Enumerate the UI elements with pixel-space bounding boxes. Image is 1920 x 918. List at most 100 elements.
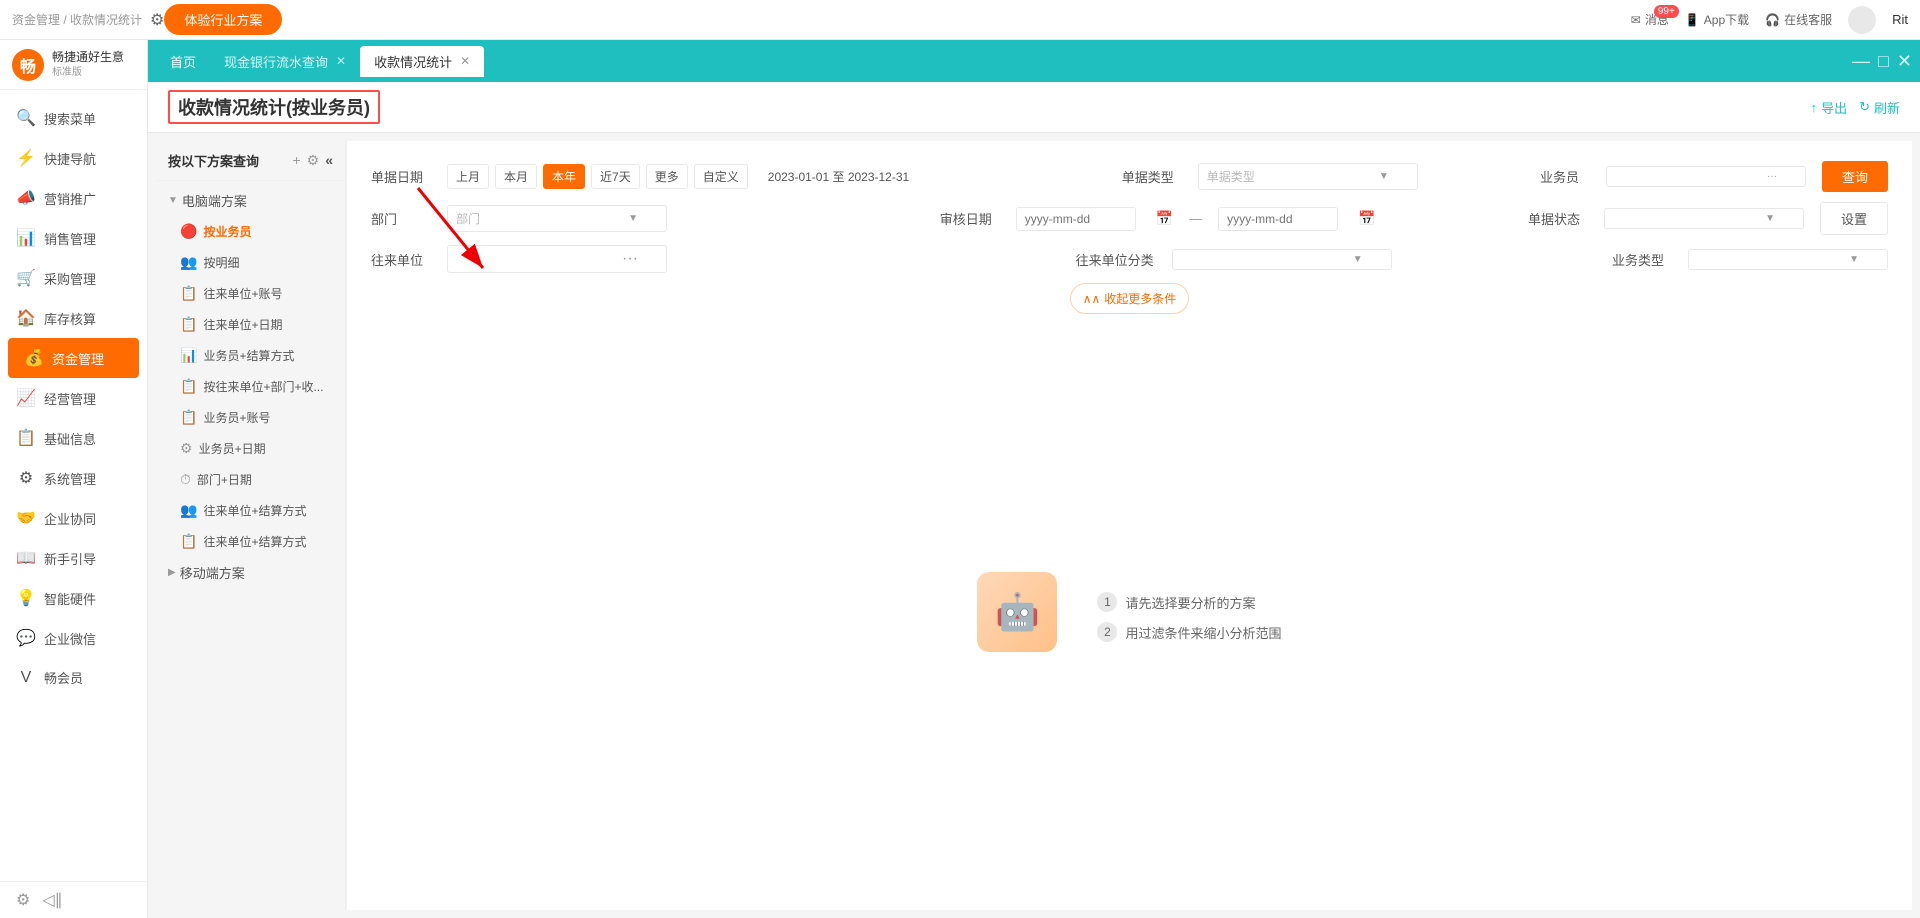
sidebar-item-sales[interactable]: 📊销售管理 [0, 218, 147, 258]
counterparty-category-label: 往来单位分类 [1076, 250, 1156, 269]
top-header-actions: ✉ 消息 99+ 📱 App下载 🎧 在线客服 Rit [1631, 6, 1908, 34]
query-button[interactable]: 查询 [1822, 161, 1888, 192]
user-avatar[interactable] [1848, 6, 1876, 34]
date-btn-近7天[interactable]: 近7天 [591, 164, 640, 189]
scheme-add-icon[interactable]: + [292, 152, 300, 169]
scheme-item-0-4[interactable]: 📊业务员+结算方式 [156, 340, 345, 371]
sidebar-icon-marketing: 📣 [16, 188, 36, 208]
counterparty-label: 往来单位 [371, 250, 431, 269]
date-btn-上月[interactable]: 上月 [447, 164, 489, 189]
message-badge: 99+ [1654, 5, 1679, 18]
sidebar-icon-search: 🔍 [16, 108, 36, 128]
settings-button[interactable]: 设置 [1820, 202, 1888, 235]
sidebar: 畅 畅捷通好生意 标准版 🔍搜索菜单⚡快捷导航📣营销推广📊销售管理🛒采购管理🏠库… [0, 40, 148, 918]
biz-type-select[interactable]: ▼ [1688, 249, 1888, 270]
window-maximize-icon[interactable]: □ [1878, 51, 1889, 72]
result-area: 🤖 1 请先选择要分析的方案 2 用过滤条件来缩小分析范围 [347, 334, 1912, 910]
review-date-from[interactable] [1016, 207, 1136, 231]
sidebar-label-system: 系统管理 [44, 469, 96, 488]
counterparty-category-select[interactable]: ▼ [1172, 249, 1392, 270]
doc-type-label: 单据类型 [1122, 167, 1182, 186]
logo-text: 畅捷通好生意 标准版 [52, 50, 124, 79]
scheme-collapse-icon[interactable]: « [325, 152, 333, 169]
date-btn-自定义[interactable]: 自定义 [694, 164, 748, 189]
scheme-item-0-3[interactable]: 📋往来单位+日期 [156, 309, 345, 340]
refresh-button[interactable]: ↻ 刷新 [1859, 98, 1900, 117]
sidebar-item-system[interactable]: ⚙系统管理 [0, 458, 147, 498]
scheme-item-icon-0-2: 📋 [180, 285, 197, 302]
scheme-group-title-1[interactable]: ▶移动端方案 [156, 557, 345, 588]
app-download-button[interactable]: 📱 App下载 [1685, 11, 1749, 28]
doc-status-select[interactable]: ▼ [1604, 208, 1804, 229]
gear-icon-top[interactable]: ⚙ [150, 10, 164, 30]
online-service-button[interactable]: 🎧 在线客服 [1765, 11, 1832, 28]
sidebar-icon-member: V [16, 669, 36, 687]
sidebar-collapse-btn[interactable]: ◁∥ [42, 890, 62, 910]
tab-receipt[interactable]: 收款情况统计✕ [360, 46, 484, 77]
trial-button[interactable]: 体验行业方案 [164, 4, 282, 35]
sidebar-item-basic[interactable]: 📋基础信息 [0, 418, 147, 458]
scheme-item-0-2[interactable]: 📋往来单位+账号 [156, 278, 345, 309]
date-btn-本月[interactable]: 本月 [495, 164, 537, 189]
sidebar-item-operation[interactable]: 📈经营管理 [0, 378, 147, 418]
scheme-item-icon-0-10: 📋 [180, 533, 197, 550]
sidebar-item-guide[interactable]: 📖新手引导 [0, 538, 147, 578]
sidebar-item-inventory[interactable]: 🏠库存核算 [0, 298, 147, 338]
user-name: Rit [1892, 12, 1908, 27]
sidebar-label-quick: 快捷导航 [44, 149, 96, 168]
calendar-icon-right[interactable]: 📅 [1358, 210, 1375, 227]
hint-item-2: 2 用过滤条件来缩小分析范围 [1097, 622, 1281, 642]
salesman-chevron: ··· [1767, 171, 1777, 182]
review-date-to[interactable] [1218, 207, 1338, 231]
message-button[interactable]: ✉ 消息 99+ [1631, 11, 1669, 28]
tab-home[interactable]: 首页 [156, 46, 210, 77]
export-button[interactable]: ↑ 导出 [1811, 98, 1848, 117]
scheme-panel-title: 按以下方案查询 [168, 151, 259, 170]
doc-type-value: 单据类型 [1207, 168, 1255, 185]
scheme-item-icon-0-6: 📋 [180, 409, 197, 426]
sidebar-label-member: 畅会员 [44, 668, 83, 687]
sidebar-item-search[interactable]: 🔍搜索菜单 [0, 98, 147, 138]
sidebar-item-wechat[interactable]: 💬企业微信 [0, 618, 147, 658]
scheme-item-0-8[interactable]: ⏱部门+日期 [156, 464, 345, 495]
page-title: 收款情况统计(按业务员) [168, 90, 380, 124]
sidebar-item-finance[interactable]: 💰资金管理 [8, 338, 139, 378]
tab-close-cash[interactable]: ✕ [336, 54, 346, 68]
scheme-item-0-10[interactable]: 📋往来单位+结算方式 [156, 526, 345, 557]
sidebar-item-purchase[interactable]: 🛒采购管理 [0, 258, 147, 298]
tab-close-receipt[interactable]: ✕ [460, 54, 470, 68]
sidebar-settings-btn[interactable]: ⚙ [16, 890, 30, 910]
sidebar-item-hardware[interactable]: 💡智能硬件 [0, 578, 147, 618]
counterparty-select[interactable]: ··· [447, 245, 667, 273]
scheme-item-label-0-8: 部门+日期 [197, 471, 252, 488]
tab-cash[interactable]: 现金银行流水查询✕ [210, 46, 360, 77]
collapse-button[interactable]: ∧∧ 收起更多条件 [1070, 283, 1190, 314]
window-minimize-icon[interactable]: — [1852, 51, 1870, 72]
window-close-icon[interactable]: ✕ [1897, 51, 1912, 72]
scheme-group-title-0[interactable]: ▼电脑端方案 [156, 185, 345, 216]
sidebar-item-quick[interactable]: ⚡快捷导航 [0, 138, 147, 178]
scheme-item-0-1[interactable]: 👥按明细 [156, 247, 345, 278]
counterparty-more-icon[interactable]: ··· [622, 250, 638, 268]
date-btn-更多[interactable]: 更多 [646, 164, 688, 189]
salesman-label: 业务员 [1540, 167, 1590, 186]
scheme-panel: 按以下方案查询 + ⚙ « ▼电脑端方案🔴按业务员👥按明细📋往来单位+账号📋往来… [156, 141, 346, 910]
salesman-select[interactable]: ··· [1606, 166, 1806, 187]
sidebar-item-member[interactable]: V 畅会员 [0, 658, 147, 697]
scheme-item-0-0[interactable]: 🔴按业务员 [156, 216, 345, 247]
dept-select[interactable]: 部门 ▼ [447, 205, 667, 232]
sidebar-icon-inventory: 🏠 [16, 308, 36, 328]
sidebar-item-marketing[interactable]: 📣营销推广 [0, 178, 147, 218]
doc-type-select[interactable]: 单据类型 ▼ [1198, 163, 1418, 190]
date-btn-本年[interactable]: 本年 [543, 164, 585, 189]
sidebar-item-collab[interactable]: 🤝企业协同 [0, 498, 147, 538]
scheme-item-0-7[interactable]: ⚙业务员+日期 [156, 433, 345, 464]
scheme-item-0-9[interactable]: 👥往来单位+结算方式 [156, 495, 345, 526]
sidebar-label-hardware: 智能硬件 [44, 589, 96, 608]
scheme-item-0-6[interactable]: 📋业务员+账号 [156, 402, 345, 433]
date-selector: 上月本月本年近7天更多自定义 [447, 164, 748, 189]
calendar-icon-left[interactable]: 📅 [1156, 210, 1173, 227]
scheme-item-0-5[interactable]: 📋按往来单位+部门+收... [156, 371, 345, 402]
tab-label-home: 首页 [170, 52, 196, 71]
scheme-setting-icon[interactable]: ⚙ [307, 152, 320, 169]
